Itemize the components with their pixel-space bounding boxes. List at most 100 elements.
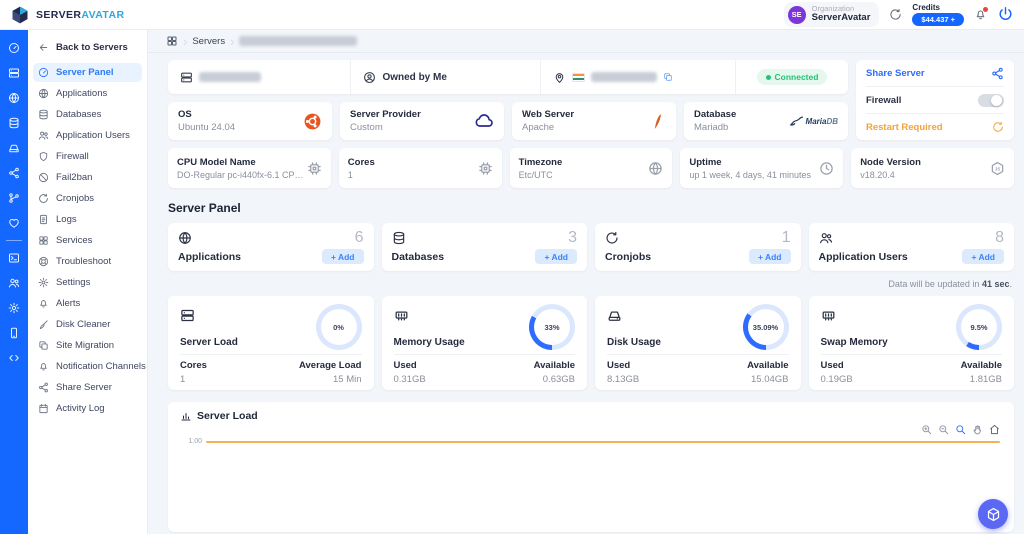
rail-settings-icon[interactable] (8, 302, 20, 314)
sidebar-item-activity-log[interactable]: Activity Log (33, 399, 142, 418)
server-identity-card: Owned by Me Connected (168, 60, 848, 94)
database-icon (392, 231, 406, 245)
share-server-row[interactable]: Share Server (866, 60, 1004, 86)
organization-chip[interactable]: SE Organization ServerAvatar (783, 2, 880, 27)
database-icon (38, 109, 49, 120)
server-load-gauge-card: Server Load 0% Cores 1 Average Load 15 Min (168, 296, 374, 390)
rail-network-icon[interactable] (8, 167, 20, 179)
serveravatar-cube-icon (12, 6, 28, 23)
rail-terminal-icon[interactable] (8, 252, 20, 264)
credits-label: Credits (912, 3, 940, 12)
selection-zoom-icon[interactable] (955, 424, 966, 435)
rail-users-icon[interactable] (8, 277, 20, 289)
zoom-in-icon[interactable] (921, 424, 932, 435)
restart-required-row[interactable]: Restart Required (866, 113, 1004, 140)
rail-mobile-icon[interactable] (8, 327, 20, 339)
database-card: Database Mariadb MariaDB (684, 102, 848, 140)
firewall-row: Firewall (866, 86, 1004, 113)
cronjobs-resource-card: 1 Cronjobs + Add (595, 223, 801, 271)
node-version-card: Node Version v18.20.4 JS (851, 148, 1014, 188)
users-icon (38, 130, 49, 141)
chart-plot-area: 1.00 (180, 438, 1002, 445)
application-users-count: 8 (995, 229, 1004, 246)
firewall-toggle[interactable] (978, 93, 1004, 107)
rail-gauge-icon[interactable] (8, 42, 20, 54)
server-load-gauge: 0% (315, 304, 362, 350)
ip-cell (539, 60, 735, 94)
sidebar: Back to Servers Server Panel Application… (28, 30, 148, 534)
application-users-resource-card: 8 Application Users + Add (808, 223, 1014, 271)
globe-icon (38, 88, 49, 99)
rail-database-icon[interactable] (8, 117, 20, 129)
sidebar-item-fail2ban[interactable]: Fail2ban (33, 168, 142, 187)
credits-balance-button[interactable]: $44.437 + (912, 13, 964, 26)
mariadb-logo-icon: MariaDB (789, 114, 838, 129)
rail-globe-icon[interactable] (8, 92, 20, 104)
reset-zoom-home-icon[interactable] (989, 424, 1000, 435)
add-application-button[interactable]: + Add (321, 249, 364, 264)
restart-refresh-icon[interactable] (992, 121, 1004, 133)
cpu-icon (478, 161, 493, 176)
top-header: SERVERAVATAR SE Organization ServerAvata… (0, 0, 1024, 30)
arrow-left-icon (38, 42, 49, 53)
india-flag-icon (571, 72, 585, 82)
share-icon[interactable] (991, 67, 1004, 80)
svg-text:JS: JS (995, 166, 1000, 171)
calendar-icon (38, 403, 49, 414)
sidebar-item-server-panel[interactable]: Server Panel (33, 63, 142, 82)
icon-rail (0, 30, 28, 534)
breadcrumb-servers[interactable]: Servers (192, 36, 225, 47)
file-icon (38, 214, 49, 225)
back-to-servers[interactable]: Back to Servers (33, 38, 142, 57)
add-application-user-button[interactable]: + Add (962, 249, 1004, 264)
bar-chart-icon (180, 410, 192, 422)
refresh-icon[interactable] (889, 8, 902, 21)
sidebar-item-cronjobs[interactable]: Cronjobs (33, 189, 142, 208)
gear-icon (38, 277, 49, 288)
apache-feather-icon (649, 113, 666, 130)
sidebar-item-troubleshoot[interactable]: Troubleshoot (33, 252, 142, 271)
power-logout-icon[interactable] (997, 6, 1014, 23)
copy-ip-icon[interactable] (663, 72, 673, 82)
users-icon (819, 231, 833, 245)
zoom-out-icon[interactable] (938, 424, 949, 435)
organization-name: ServerAvatar (811, 12, 871, 24)
cronjobs-count: 1 (781, 229, 791, 246)
add-database-button[interactable]: + Add (535, 249, 577, 264)
rail-git-icon[interactable] (8, 192, 20, 204)
serveravatar-app: SERVERAVATAR SE Organization ServerAvata… (0, 0, 1024, 534)
y-axis-tick: 1.00 (188, 438, 202, 445)
sidebar-item-disk-cleaner[interactable]: Disk Cleaner (33, 315, 142, 334)
support-widget-button[interactable] (978, 499, 1008, 529)
sidebar-item-alerts[interactable]: Alerts (33, 294, 142, 313)
lifebuoy-icon (38, 256, 49, 267)
sidebar-item-site-migration[interactable]: Site Migration (33, 336, 142, 355)
chart-toolbar (180, 424, 1002, 435)
pan-icon[interactable] (972, 424, 983, 435)
notifications-bell-icon[interactable] (974, 7, 988, 21)
status-dot (765, 74, 771, 80)
databases-resource-card: 3 Databases + Add (381, 223, 587, 271)
sidebar-item-applications[interactable]: Applications (33, 84, 142, 103)
timezone-card: Timezone Etc/UTC (509, 148, 673, 188)
breadcrumb-home-icon[interactable] (166, 35, 178, 47)
sidebar-item-logs[interactable]: Logs (33, 210, 142, 229)
rail-disk-icon[interactable] (8, 142, 20, 154)
sidebar-item-notification-channels[interactable]: Notification Channels (33, 357, 146, 376)
ban-icon (38, 172, 49, 183)
brand-logo[interactable]: SERVERAVATAR (10, 5, 160, 25)
rail-server-icon[interactable] (8, 67, 20, 79)
sidebar-item-application-users[interactable]: Application Users (33, 126, 142, 145)
web-server-card: Web Server Apache (512, 102, 676, 140)
sidebar-item-databases[interactable]: Databases (33, 105, 142, 124)
person-icon (363, 71, 376, 84)
rail-divider (6, 240, 22, 241)
sidebar-item-services[interactable]: Services (33, 231, 142, 250)
sidebar-item-firewall[interactable]: Firewall (33, 147, 142, 166)
owned-by-label: Owned by Me (382, 71, 447, 83)
rail-code-icon[interactable] (8, 352, 20, 364)
add-cronjob-button[interactable]: + Add (748, 249, 791, 264)
sidebar-item-settings[interactable]: Settings (33, 273, 142, 292)
sidebar-item-share-server[interactable]: Share Server (33, 378, 142, 397)
rail-health-icon[interactable] (8, 217, 20, 229)
